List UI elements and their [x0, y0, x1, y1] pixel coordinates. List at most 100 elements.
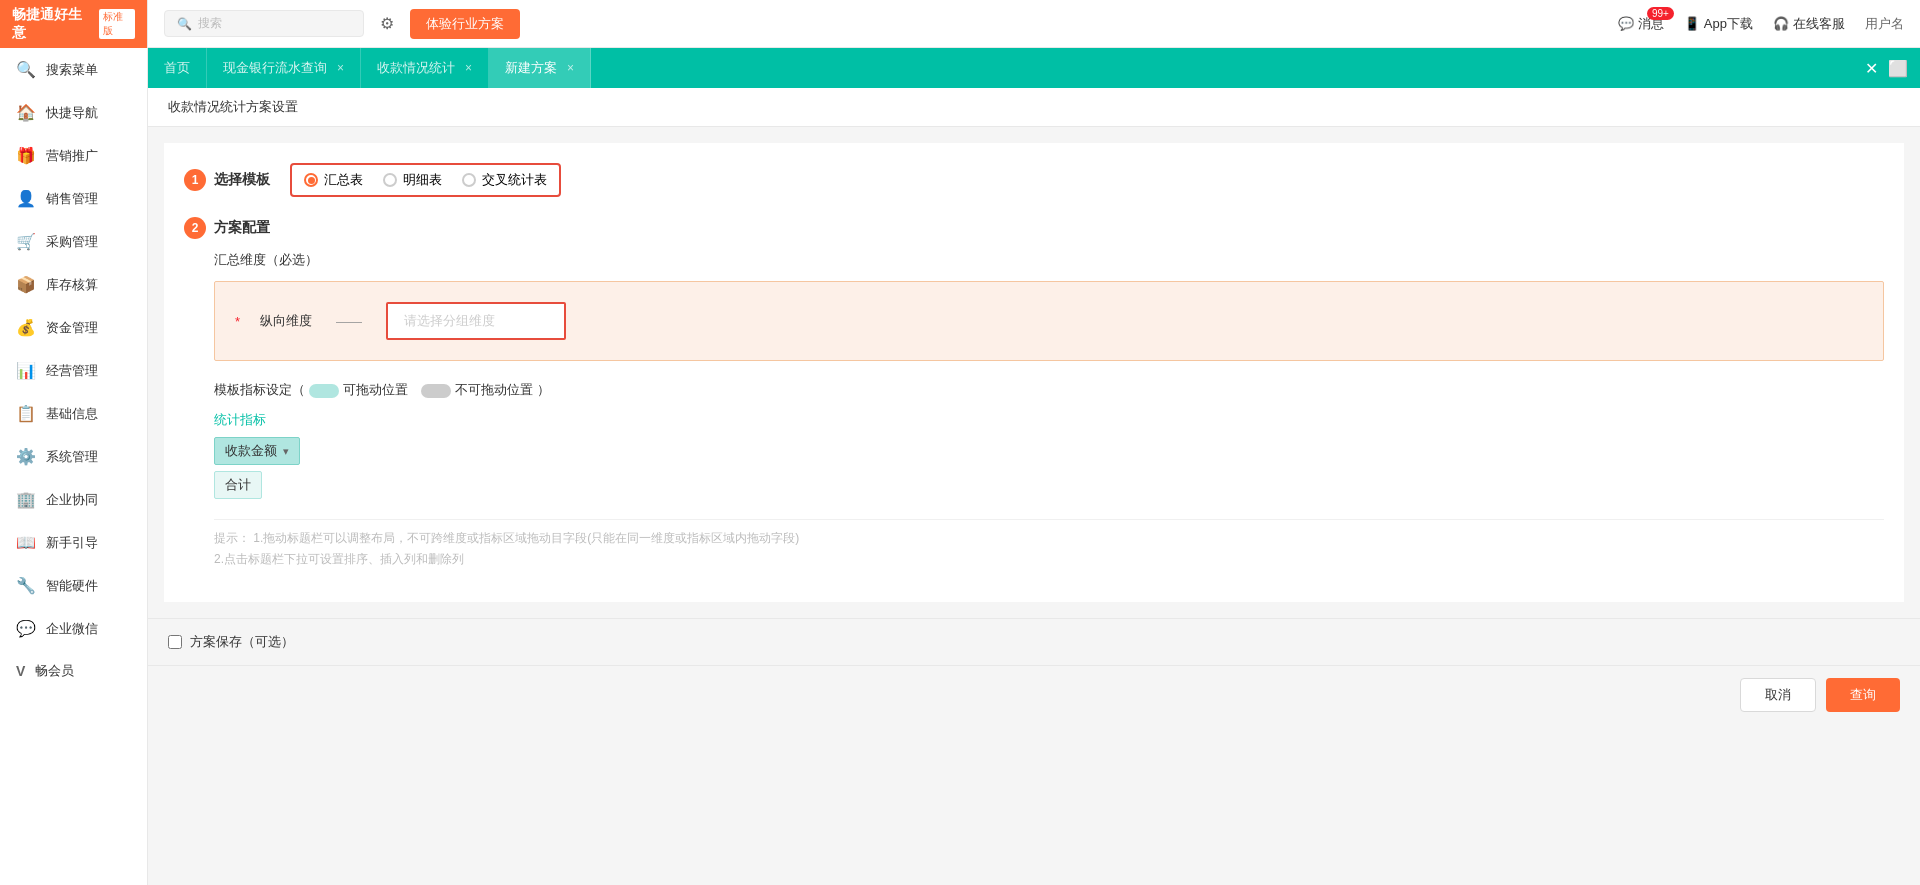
radio-cross[interactable]: 交叉统计表: [462, 171, 547, 189]
tip-line-1: 提示： 1.拖动标题栏可以调整布局，不可跨维度或指标区域拖动目字段(只能在同一维…: [214, 530, 1884, 547]
settings-gear-icon[interactable]: ⚙: [380, 14, 394, 33]
metrics-label-text: 模板指标设定（: [214, 382, 305, 397]
chevron-down-icon: ▾: [283, 445, 289, 458]
tab-home[interactable]: 首页: [148, 48, 207, 88]
query-button[interactable]: 查询: [1826, 678, 1900, 712]
metrics-tag-collection-amount[interactable]: 收款金额 ▾: [214, 437, 300, 465]
step1-label: 选择模板: [214, 171, 270, 189]
required-star: *: [235, 314, 240, 329]
sidebar-item-wechat[interactable]: 💬 企业微信: [0, 607, 147, 650]
customer-service-item[interactable]: 🎧 在线客服: [1773, 15, 1845, 33]
settings-icon: ⚙️: [16, 447, 36, 466]
tab-cashflow-label: 现金银行流水查询: [223, 59, 327, 77]
step1-number: 1: [184, 169, 206, 191]
metrics-subtag-total[interactable]: 合计: [214, 471, 262, 499]
sidebar-item-hardware[interactable]: 🔧 智能硬件: [0, 564, 147, 607]
dimension-title: 汇总维度（必选）: [214, 251, 1884, 269]
radio-detail[interactable]: 明细表: [383, 171, 442, 189]
sidebar-item-sales[interactable]: 👤 销售管理: [0, 177, 147, 220]
breadcrumb: 收款情况统计方案设置: [168, 99, 298, 114]
radio-summary[interactable]: 汇总表: [304, 171, 363, 189]
service-icon: 🎧: [1773, 16, 1789, 31]
sidebar-item-system[interactable]: ⚙️ 系统管理: [0, 435, 147, 478]
page-header: 收款情况统计方案设置: [148, 88, 1920, 127]
bottom-action-bar: 取消 查询: [148, 665, 1920, 724]
sidebar-item-member[interactable]: V 畅会员: [0, 650, 147, 692]
subtag-label: 合计: [225, 476, 251, 494]
trial-button[interactable]: 体验行业方案: [410, 9, 520, 39]
tool-icon: 🔧: [16, 576, 36, 595]
close-window-icon[interactable]: ✕: [1865, 59, 1878, 78]
tabbar: 首页 现金银行流水查询 × 收款情况统计 × 新建方案 × ✕ ⬜: [148, 48, 1920, 88]
sidebar-item-inventory[interactable]: 📦 库存核算: [0, 263, 147, 306]
cancel-button[interactable]: 取消: [1740, 678, 1816, 712]
arrow-icon: ——: [336, 314, 362, 329]
chart-icon: 📊: [16, 361, 36, 380]
tip-line-2: 2.点击标题栏下拉可设置排序、插入列和删除列: [214, 551, 1884, 568]
step2-row: 2 方案配置: [184, 217, 1884, 239]
sidebar-item-label: 系统管理: [46, 448, 98, 466]
sidebar-item-newbie[interactable]: 📖 新手引导: [0, 521, 147, 564]
tab-new-plan-label: 新建方案: [505, 59, 557, 77]
sidebar-item-label: 基础信息: [46, 405, 98, 423]
save-checkbox[interactable]: [168, 635, 182, 649]
service-label: 在线客服: [1793, 15, 1845, 33]
book-icon: 📖: [16, 533, 36, 552]
metrics-label-row: 模板指标设定（ 可拖动位置 不可拖动位置 ）: [214, 381, 1884, 399]
sidebar-item-purchase[interactable]: 🛒 采购管理: [0, 220, 147, 263]
maximize-icon[interactable]: ⬜: [1888, 59, 1908, 78]
dimension-row: * 纵向维度 —— 请选择分组维度: [235, 302, 1863, 340]
tab-home-label: 首页: [164, 59, 190, 77]
search-icon: 🔍: [16, 60, 36, 79]
sidebar-item-label: 资金管理: [46, 319, 98, 337]
sidebar-item-label: 采购管理: [46, 233, 98, 251]
user-name[interactable]: 用户名: [1865, 15, 1904, 33]
download-item[interactable]: 📱 App下载: [1684, 15, 1753, 33]
chat-icon: 💬: [16, 619, 36, 638]
metrics-category-label: 统计指标: [214, 411, 1884, 429]
save-label: 方案保存（可选）: [190, 633, 294, 651]
tab-cashflow-close[interactable]: ×: [337, 61, 344, 75]
notification-item[interactable]: 💬 消息 99+: [1618, 15, 1664, 33]
radio-summary-label: 汇总表: [324, 171, 363, 189]
metrics-subtag-row: 合计: [214, 471, 1884, 499]
sidebar-item-quick-nav[interactable]: 🏠 快捷导航: [0, 91, 147, 134]
sidebar-item-capital[interactable]: 💰 资金管理: [0, 306, 147, 349]
header-search-box[interactable]: 🔍 搜索: [164, 10, 364, 37]
tab-cashflow[interactable]: 现金银行流水查询 ×: [207, 48, 361, 88]
radio-detail-circle: [383, 173, 397, 187]
sidebar-item-search[interactable]: 🔍 搜索菜单: [0, 48, 147, 91]
sidebar-item-enterprise[interactable]: 🏢 企业协同: [0, 478, 147, 521]
message-icon: 💬: [1618, 16, 1634, 31]
tab-collection-close[interactable]: ×: [465, 61, 472, 75]
gift-icon: 🎁: [16, 146, 36, 165]
logo-text: 畅捷通好生意: [12, 6, 91, 42]
dimension-area: * 纵向维度 —— 请选择分组维度: [214, 281, 1884, 361]
tab-collection-label: 收款情况统计: [377, 59, 455, 77]
sidebar-item-label: 智能硬件: [46, 577, 98, 595]
dimension-select[interactable]: 请选择分组维度: [386, 302, 566, 340]
sidebar-item-label: 库存核算: [46, 276, 98, 294]
sidebar-item-operation[interactable]: 📊 经营管理: [0, 349, 147, 392]
sidebar-logo: 畅捷通好生意 标准版: [0, 0, 147, 48]
tag-label: 收款金额: [225, 442, 277, 460]
metrics-section: 统计指标 收款金额 ▾ 合计: [214, 411, 1884, 499]
radio-cross-circle: [462, 173, 476, 187]
logo-badge: 标准版: [99, 9, 135, 39]
tab-collection-stats[interactable]: 收款情况统计 ×: [361, 48, 489, 88]
no-drag-indicator: 不可拖动位置: [421, 382, 533, 397]
tab-new-plan-close[interactable]: ×: [567, 61, 574, 75]
form-area: 1 选择模板 汇总表 明细表 交叉统计表: [164, 143, 1904, 602]
user-icon: 👤: [16, 189, 36, 208]
radio-cross-label: 交叉统计表: [482, 171, 547, 189]
sidebar-item-label: 新手引导: [46, 534, 98, 552]
sidebar-item-basic[interactable]: 📋 基础信息: [0, 392, 147, 435]
sidebar-item-label: 营销推广: [46, 147, 98, 165]
sidebar-item-marketing[interactable]: 🎁 营销推广: [0, 134, 147, 177]
metrics-tag-row: 收款金额 ▾: [214, 437, 1884, 465]
tab-new-plan[interactable]: 新建方案 ×: [489, 48, 591, 88]
sidebar-item-label: 搜索菜单: [46, 61, 98, 79]
clipboard-icon: 📋: [16, 404, 36, 423]
dimension-container: 汇总维度（必选） * 纵向维度 —— 请选择分组维度 模板指标设定（ 可拖动位置: [214, 251, 1884, 582]
sidebar-item-label: 销售管理: [46, 190, 98, 208]
